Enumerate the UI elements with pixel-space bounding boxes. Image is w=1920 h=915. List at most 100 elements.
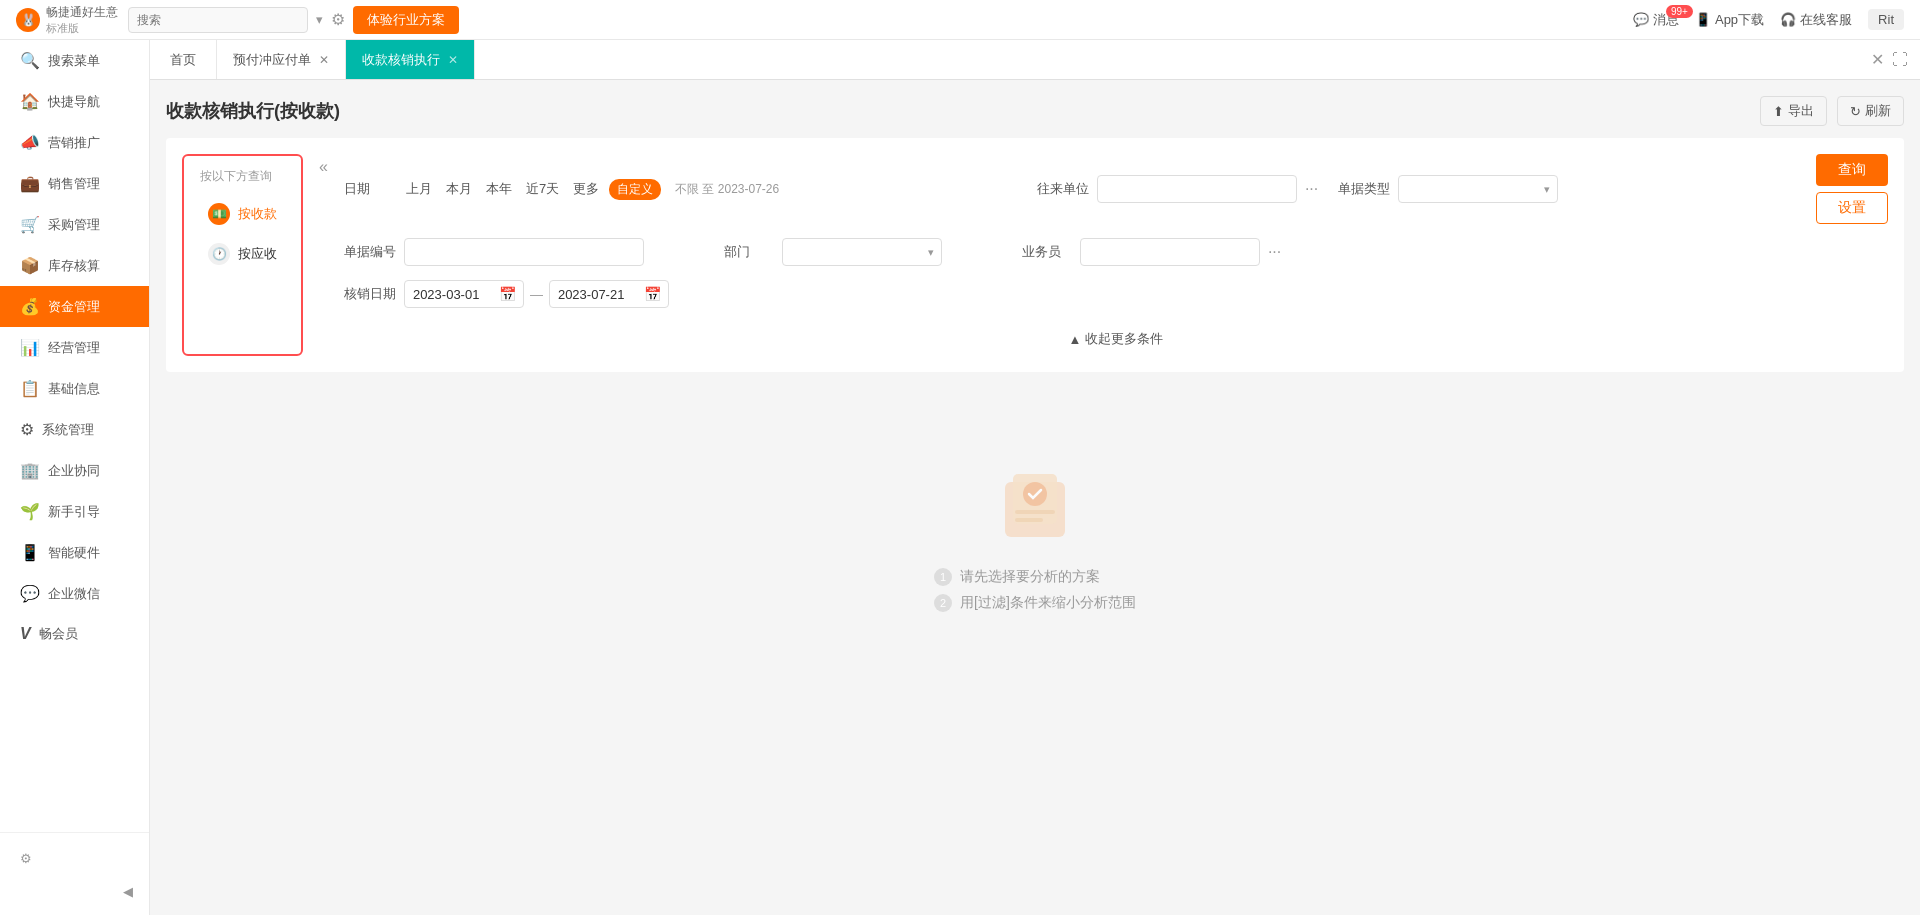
doc-type-field: 单据类型 ▾	[1338, 175, 1558, 203]
date-separator: —	[530, 287, 543, 302]
sidebar-item-basic-info[interactable]: 📋 基础信息	[0, 368, 149, 409]
service-btn[interactable]: 🎧 在线客服	[1780, 11, 1852, 29]
sidebar-item-label: 资金管理	[48, 298, 100, 316]
tab-verify-close[interactable]: ✕	[448, 53, 458, 67]
service-label: 在线客服	[1800, 11, 1852, 29]
app-download-btn[interactable]: 📱 App下载	[1695, 11, 1764, 29]
doc-no-input[interactable]	[404, 238, 644, 266]
collapse-more-btn[interactable]: ▲ 收起更多条件	[344, 330, 1888, 348]
date-label: 日期	[344, 180, 394, 198]
sidebar-item-sales[interactable]: 💼 销售管理	[0, 163, 149, 204]
sidebar-item-member[interactable]: V 畅会员	[0, 614, 149, 654]
sidebar-item-label: 营销推广	[48, 134, 100, 152]
sidebar-item-guide[interactable]: 🌱 新手引导	[0, 491, 149, 532]
date-more[interactable]: 更多	[569, 179, 603, 199]
filter-row-3: 核销日期 📅 — 📅	[344, 280, 1888, 308]
tab-home[interactable]: 首页	[150, 40, 217, 79]
filter-by-receipt[interactable]: 💵 按收款	[200, 199, 285, 229]
sidebar-item-collaboration[interactable]: 🏢 企业协同	[0, 450, 149, 491]
partner-input[interactable]	[1097, 175, 1297, 203]
sidebar-item-operations[interactable]: 📊 经营管理	[0, 327, 149, 368]
version-label: 标准版	[46, 21, 118, 36]
doc-no-field: 单据编号	[344, 238, 644, 266]
tab-prepay-close[interactable]: ✕	[319, 53, 329, 67]
sidebar-item-marketing[interactable]: 📣 营销推广	[0, 122, 149, 163]
tab-spacer	[475, 40, 1859, 79]
sidebar-item-label: 基础信息	[48, 380, 100, 398]
sidebar-item-search[interactable]: 🔍 搜索菜单	[0, 40, 149, 81]
empty-state: 1 请先选择要分析的方案 2 用[过滤]条件来缩小分析范围	[166, 372, 1904, 692]
filter-panel: 按以下方查询 💵 按收款 🕐 按应收 «	[166, 138, 1904, 372]
verify-date-start-wrap: 📅	[404, 280, 524, 308]
tab-home-label: 首页	[170, 51, 196, 69]
empty-tip-2: 2 用[过滤]条件来缩小分析范围	[934, 594, 1136, 612]
page-title: 收款核销执行(按收款)	[166, 99, 340, 123]
date-field: 日期 上月 本月 本年 近7天 更多 自定义 不限 至 2023-07-26	[344, 179, 779, 200]
date-last-month[interactable]: 上月	[402, 179, 436, 199]
refresh-btn[interactable]: ↻ 刷新	[1837, 96, 1904, 126]
sales-input[interactable]	[1080, 238, 1260, 266]
doc-type-select[interactable]	[1398, 175, 1558, 203]
empty-illustration	[985, 452, 1085, 552]
logo-area: 🐰 畅捷通好生意 标准版	[16, 4, 118, 36]
sidebar-item-label: 经营管理	[48, 339, 100, 357]
top-bar-right: 💬 消息 99+ 📱 App下载 🎧 在线客服 Rit	[1633, 9, 1904, 30]
settings-bottom-icon: ⚙	[20, 851, 32, 866]
receipt-icon: 💵	[208, 203, 230, 225]
sidebar-item-label: 企业协同	[48, 462, 100, 480]
settings-icon[interactable]: ⚙	[331, 10, 345, 29]
tip-num-1: 1	[934, 568, 952, 586]
filter-settings-btn[interactable]: 设置	[1816, 192, 1888, 224]
export-btn[interactable]: ⬆ 导出	[1760, 96, 1827, 126]
sales-dots[interactable]: ···	[1268, 243, 1281, 261]
sidebar-item-label: 智能硬件	[48, 544, 100, 562]
date-7days[interactable]: 近7天	[522, 179, 563, 199]
search-input[interactable]	[128, 7, 308, 33]
hardware-icon: 📱	[20, 543, 40, 562]
sidebar-item-purchase[interactable]: 🛒 采购管理	[0, 204, 149, 245]
date-this-month[interactable]: 本月	[442, 179, 476, 199]
tab-verify[interactable]: 收款核销执行 ✕	[346, 40, 475, 79]
message-icon: 💬	[1633, 12, 1649, 27]
user-label[interactable]: Rit	[1868, 9, 1904, 30]
industry-btn[interactable]: 体验行业方案	[353, 6, 459, 34]
svg-rect-4	[1015, 518, 1043, 522]
filter-by-receipt-label: 按收款	[238, 205, 277, 223]
tab-bar: 首页 预付冲应付单 ✕ 收款核销执行 ✕ ✕ ⛶	[150, 40, 1920, 80]
filter-by-receivable[interactable]: 🕐 按应收	[200, 239, 285, 269]
tab-close-btn[interactable]: ✕	[1871, 50, 1884, 69]
sidebar-settings-btn[interactable]: ⚙	[0, 841, 149, 876]
wechat-icon: 💬	[20, 584, 40, 603]
dropdown-icon[interactable]: ▾	[316, 12, 323, 27]
filter-collapse-btn[interactable]: «	[319, 158, 328, 176]
sidebar-item-finance[interactable]: 💰 资金管理	[0, 286, 149, 327]
dept-select[interactable]	[782, 238, 942, 266]
sidebar-item-inventory[interactable]: 📦 库存核算	[0, 245, 149, 286]
home-icon: 🏠	[20, 92, 40, 111]
filter-title: 按以下方查询	[200, 168, 285, 185]
sidebar-item-wechat[interactable]: 💬 企业微信	[0, 573, 149, 614]
dept-field: 部门 ▾	[724, 238, 942, 266]
sidebar-item-label: 系统管理	[42, 421, 94, 439]
sales-label: 业务员	[1022, 243, 1072, 261]
sidebar-item-nav[interactable]: 🏠 快捷导航	[0, 81, 149, 122]
dept-select-wrap: ▾	[782, 238, 942, 266]
collab-icon: 🏢	[20, 461, 40, 480]
sidebar-item-label: 新手引导	[48, 503, 100, 521]
tab-expand-btn[interactable]: ⛶	[1892, 51, 1908, 69]
search-icon: 🔍	[20, 51, 40, 70]
calendar-start-icon[interactable]: 📅	[499, 286, 516, 302]
app-label: App下载	[1715, 11, 1764, 29]
sidebar-item-label: 快捷导航	[48, 93, 100, 111]
sidebar-collapse-btn[interactable]: ◀	[0, 876, 149, 907]
partner-dots[interactable]: ···	[1305, 180, 1318, 198]
query-btn[interactable]: 查询	[1816, 154, 1888, 186]
sidebar-item-hardware[interactable]: 📱 智能硬件	[0, 532, 149, 573]
tab-prepay[interactable]: 预付冲应付单 ✕	[217, 40, 346, 79]
sidebar-item-label: 采购管理	[48, 216, 100, 234]
date-this-year[interactable]: 本年	[482, 179, 516, 199]
calendar-end-icon[interactable]: 📅	[644, 286, 661, 302]
sidebar-item-system[interactable]: ⚙ 系统管理	[0, 409, 149, 450]
message-btn[interactable]: 💬 消息 99+	[1633, 11, 1679, 29]
date-custom[interactable]: 自定义	[609, 179, 661, 200]
